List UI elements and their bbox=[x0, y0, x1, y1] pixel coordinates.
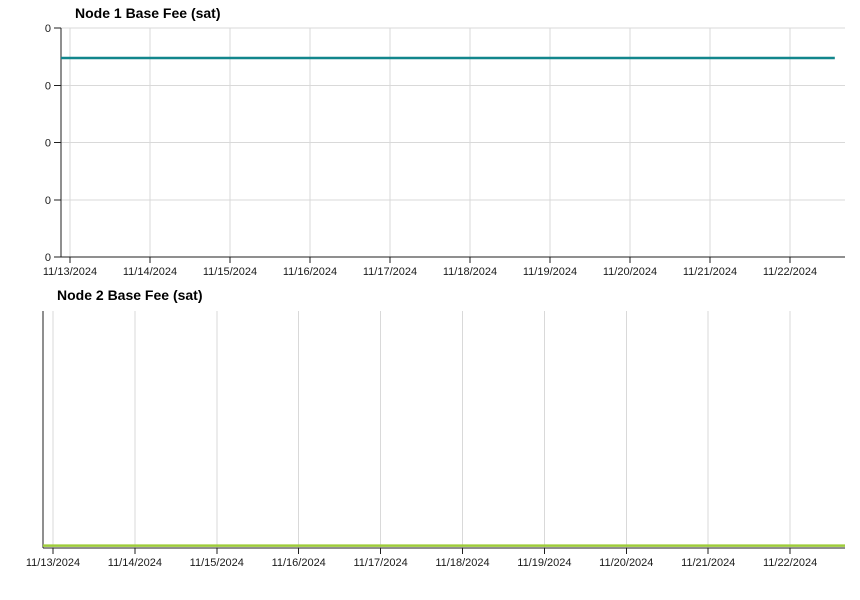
chart-title: Node 2 Base Fee (sat) bbox=[57, 287, 203, 303]
x-tick-label: 11/20/2024 bbox=[603, 266, 657, 278]
y-tick-label: 0 bbox=[45, 195, 51, 207]
x-tick-label: 11/18/2024 bbox=[435, 557, 489, 569]
x-tick-label: 11/15/2024 bbox=[190, 557, 244, 569]
x-tick-label: 11/17/2024 bbox=[353, 557, 407, 569]
x-tick-label: 11/14/2024 bbox=[108, 557, 162, 569]
x-tick-label: 11/19/2024 bbox=[523, 266, 577, 278]
y-tick-label: 0 bbox=[45, 23, 51, 35]
x-tick-label: 11/17/2024 bbox=[363, 266, 417, 278]
y-tick-label: 0 bbox=[45, 252, 51, 264]
node-1-base-fee-chart: Node 1 Base Fee (sat) 0 0 0 0 0 11/13/2024 11/… bbox=[0, 0, 860, 280]
x-tick-label: 11/22/2024 bbox=[763, 557, 817, 569]
x-tick-label: 11/13/2024 bbox=[26, 557, 80, 569]
x-tick-label: 11/22/2024 bbox=[763, 266, 817, 278]
x-tick-label: 11/20/2024 bbox=[599, 557, 653, 569]
node-1-chart-canvas: 0 0 0 0 0 11/13/2024 11/14/2024 11/15/2024 11/16… bbox=[43, 23, 845, 278]
y-tick-label: 0 bbox=[45, 80, 51, 92]
x-tick-label: 11/21/2024 bbox=[683, 266, 737, 278]
x-tick-label: 11/14/2024 bbox=[123, 266, 177, 278]
base-fee-charts-page: Node 1 Base Fee (sat) 0 0 0 0 0 11/13/2024 11/… bbox=[0, 0, 860, 600]
x-tick-label: 11/18/2024 bbox=[443, 266, 497, 278]
y-tick-label: 0 bbox=[45, 138, 51, 150]
x-tick-label: 11/15/2024 bbox=[203, 266, 257, 278]
x-tick-label: 11/19/2024 bbox=[517, 557, 571, 569]
x-tick-label: 11/16/2024 bbox=[283, 266, 337, 278]
node-2-chart-canvas: 11/13/2024 11/14/2024 11/15/2024 11/16/2024… bbox=[26, 311, 845, 569]
x-tick-label: 11/21/2024 bbox=[681, 557, 735, 569]
x-tick-label: 11/13/2024 bbox=[43, 266, 97, 278]
node-2-base-fee-chart: Node 2 Base Fee (sat) 11/13/2024 11/14/20… bbox=[0, 280, 860, 600]
chart-title: Node 1 Base Fee (sat) bbox=[75, 5, 221, 21]
x-tick-label: 11/16/2024 bbox=[272, 557, 326, 569]
